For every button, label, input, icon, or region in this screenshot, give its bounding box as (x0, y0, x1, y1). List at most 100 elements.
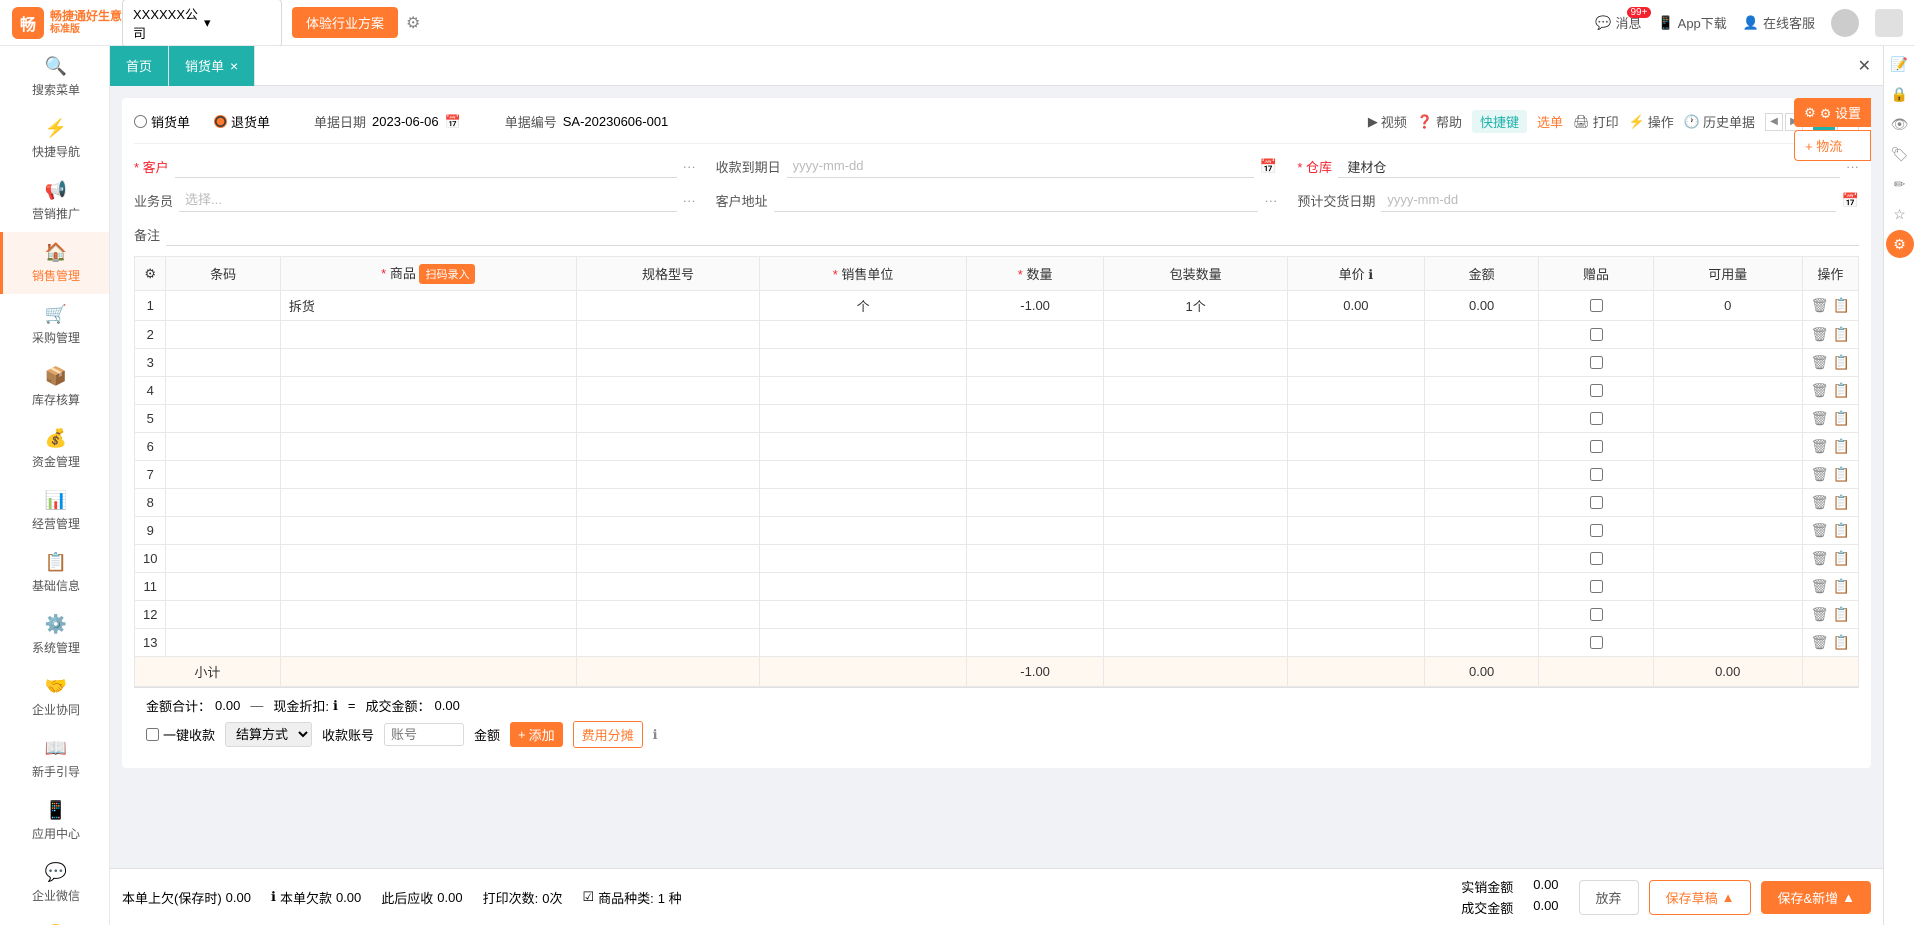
select-button[interactable]: 选单 (1537, 112, 1563, 131)
gift-checkbox[interactable] (1590, 440, 1603, 453)
copy-row-button[interactable]: 📋 (1833, 578, 1850, 595)
gift-checkbox[interactable] (1590, 636, 1603, 649)
scan-barcode-button[interactable]: 扫码录入 (419, 264, 475, 284)
customer-dots-icon[interactable]: ··· (683, 159, 696, 174)
copy-row-button[interactable]: 📋 (1833, 438, 1850, 455)
row-product[interactable] (280, 321, 576, 349)
row-qty[interactable] (966, 629, 1103, 657)
row-product[interactable] (280, 433, 576, 461)
gift-checkbox[interactable] (1590, 552, 1603, 565)
customer-address-input[interactable] (774, 188, 1259, 212)
sidebar-item-operations[interactable]: 📊 经营管理 (0, 480, 109, 542)
copy-row-button[interactable]: 📋 (1833, 297, 1850, 314)
delete-row-button[interactable]: 🗑 (1811, 494, 1829, 511)
gift-checkbox[interactable] (1590, 384, 1603, 397)
row-gift[interactable] (1539, 545, 1653, 573)
expected-delivery-input[interactable] (1381, 188, 1835, 212)
row-product[interactable] (280, 349, 576, 377)
copy-row-button[interactable]: 📋 (1833, 466, 1850, 483)
gift-checkbox[interactable] (1590, 524, 1603, 537)
print-button[interactable]: 🖨 打印 (1573, 112, 1619, 131)
copy-row-button[interactable]: 📋 (1833, 522, 1850, 539)
sidebar-item-inventory[interactable]: 📦 库存核算 (0, 356, 109, 418)
sidebar-item-member[interactable]: 🏆 畅会员 (0, 914, 109, 925)
rp-action-icon[interactable]: ⚙ (1886, 230, 1914, 258)
row-gift[interactable] (1539, 629, 1653, 657)
one-click-payment-checkbox[interactable] (146, 728, 159, 741)
row-qty[interactable] (966, 321, 1103, 349)
calendar2-icon[interactable]: 📅 (1260, 158, 1277, 175)
sidebar-item-system[interactable]: ⚙️ 系统管理 (0, 604, 109, 666)
rp-lock-icon[interactable]: 🔒 (1886, 80, 1914, 108)
close-tab-button[interactable]: × (230, 59, 238, 73)
payment-due-input[interactable] (787, 154, 1254, 178)
delete-row-button[interactable]: 🗑 (1811, 326, 1829, 343)
row-qty[interactable] (966, 573, 1103, 601)
row-product[interactable]: 拆货 (280, 291, 576, 321)
salesperson-dots-icon[interactable]: ··· (683, 193, 696, 208)
discard-button[interactable]: 放弃 (1579, 880, 1639, 915)
app-download-button[interactable]: 📱 App下载 (1657, 13, 1726, 32)
row-qty[interactable] (966, 405, 1103, 433)
copy-row-button[interactable]: 📋 (1833, 634, 1850, 651)
radio-return-input[interactable] (214, 115, 227, 128)
row-unit-price[interactable] (1287, 405, 1424, 433)
row-gift[interactable] (1539, 405, 1653, 433)
user-menu[interactable] (1875, 9, 1903, 37)
row-product[interactable] (280, 629, 576, 657)
row-unit-price[interactable] (1287, 321, 1424, 349)
delete-row-button[interactable]: 🗑 (1811, 466, 1829, 483)
operate-button[interactable]: ⚡ 操作 (1629, 112, 1674, 131)
row-unit-price[interactable] (1287, 461, 1424, 489)
rp-tag-icon[interactable]: 🏷 (1886, 140, 1914, 168)
gift-checkbox[interactable] (1590, 328, 1603, 341)
gift-checkbox[interactable] (1590, 496, 1603, 509)
sidebar-item-appcenter[interactable]: 📱 应用中心 (0, 790, 109, 852)
rp-pencil-icon[interactable]: ✏ (1886, 170, 1914, 198)
company-selector[interactable]: XXXXXX公司 ▾ (122, 0, 282, 47)
row-product[interactable] (280, 573, 576, 601)
copy-row-button[interactable]: 📋 (1833, 326, 1850, 343)
row-gift[interactable] (1539, 377, 1653, 405)
delete-row-button[interactable]: 🗑 (1811, 297, 1829, 314)
row-qty[interactable] (966, 601, 1103, 629)
delete-row-button[interactable]: 🗑 (1811, 354, 1829, 371)
rp-edit-icon[interactable]: 📝 (1886, 50, 1914, 78)
warehouse-input[interactable] (1338, 154, 1840, 178)
delete-row-button[interactable]: 🗑 (1811, 634, 1829, 651)
th-settings[interactable]: ⚙ (135, 257, 166, 291)
row-unit-price[interactable] (1287, 629, 1424, 657)
row-unit-price[interactable] (1287, 545, 1424, 573)
trial-plan-button[interactable]: 体验行业方案 (292, 7, 398, 38)
radio-return-order[interactable]: 退货单 (214, 112, 270, 131)
gift-checkbox[interactable] (1590, 468, 1603, 481)
row-gift[interactable] (1539, 573, 1653, 601)
row-gift[interactable] (1539, 489, 1653, 517)
sidebar-item-enterprise[interactable]: 🤝 企业协同 (0, 666, 109, 728)
gift-checkbox[interactable] (1590, 580, 1603, 593)
calendar3-icon[interactable]: 📅 (1842, 192, 1859, 209)
rp-eye-icon[interactable]: 👁 (1886, 110, 1914, 138)
calc-method-select[interactable]: 结算方式 (225, 722, 312, 747)
row-product[interactable] (280, 545, 576, 573)
row-qty[interactable] (966, 489, 1103, 517)
sidebar-item-marketing[interactable]: 📢 营销推广 (0, 170, 109, 232)
row-qty[interactable] (966, 349, 1103, 377)
gear-icon[interactable]: ⚙ (406, 13, 420, 33)
settings-button[interactable]: ⚙ ⚙ 设置 (1794, 98, 1871, 127)
copy-row-button[interactable]: 📋 (1833, 494, 1850, 511)
row-gift[interactable] (1539, 461, 1653, 489)
sidebar-item-basicinfo[interactable]: 📋 基础信息 (0, 542, 109, 604)
delete-row-button[interactable]: 🗑 (1811, 550, 1829, 567)
video-button[interactable]: ▶ 视频 (1368, 112, 1407, 131)
close-window-button[interactable]: ✕ (1858, 56, 1871, 76)
gift-checkbox[interactable] (1590, 608, 1603, 621)
row-unit-price[interactable] (1287, 377, 1424, 405)
save-new-button[interactable]: 保存&新增 ▲ (1761, 881, 1871, 914)
tab-sales-order[interactable]: 销货单 × (169, 46, 255, 86)
avatar[interactable] (1831, 9, 1859, 37)
row-qty[interactable] (966, 461, 1103, 489)
row-product[interactable] (280, 517, 576, 545)
row-unit-price[interactable] (1287, 489, 1424, 517)
row-qty[interactable] (966, 377, 1103, 405)
